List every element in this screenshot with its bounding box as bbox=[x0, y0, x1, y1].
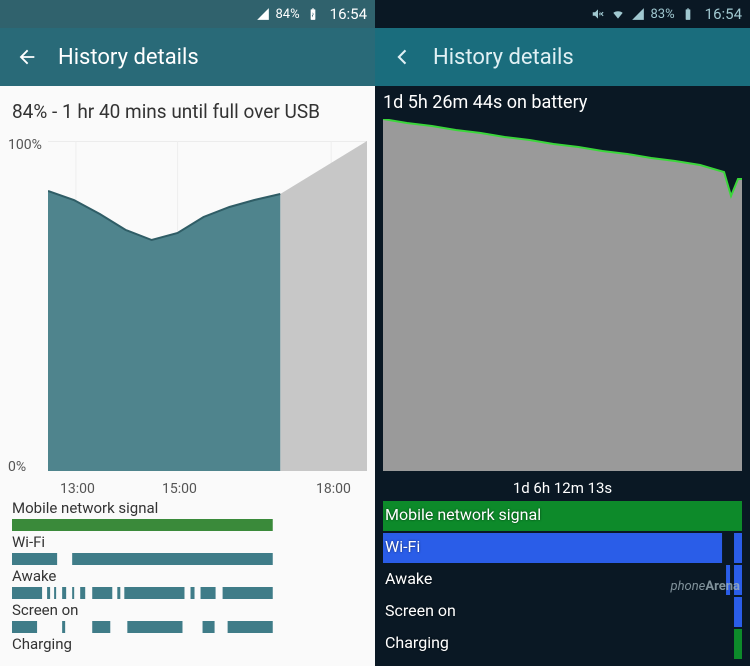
bar-mobile-signal: Mobile network signal bbox=[12, 499, 363, 531]
x-label-2: 18:00 bbox=[316, 481, 351, 497]
status-time: 16:54 bbox=[705, 5, 742, 23]
bar-label: Mobile network signal bbox=[385, 505, 541, 524]
bar-label: Mobile network signal bbox=[12, 499, 363, 517]
battery-pct: 84% bbox=[276, 7, 300, 22]
bar-screen-on: Screen on bbox=[383, 597, 742, 627]
status-time: 16:54 bbox=[330, 5, 367, 23]
bar-label: Charging bbox=[385, 633, 449, 652]
right-phone: 83% 16:54 History details 1d 5h 26m 44s … bbox=[375, 0, 750, 666]
bar-label: Awake bbox=[385, 569, 432, 588]
bar-label: Wi-Fi bbox=[12, 533, 363, 551]
status-bar-right: 83% 16:54 bbox=[375, 0, 750, 28]
x-label-0: 13:00 bbox=[60, 481, 95, 497]
bar-wifi: Wi-Fi bbox=[383, 533, 742, 563]
bar-awake: Awake bbox=[12, 567, 363, 599]
back-icon[interactable] bbox=[16, 46, 38, 68]
signal-icon bbox=[631, 7, 645, 21]
bar-screen-on: Screen on bbox=[12, 601, 363, 633]
chart-svg-right bbox=[383, 119, 742, 471]
app-bar-right: History details bbox=[375, 28, 750, 86]
activity-bars-right: 1d 6h 12m 13s Mobile network signal Wi-F… bbox=[375, 475, 750, 659]
back-icon[interactable] bbox=[391, 46, 413, 68]
bar-label: Charging bbox=[12, 635, 363, 653]
bar-label: Wi-Fi bbox=[385, 537, 420, 556]
battery-chart-left[interactable]: 100% 0% 13:00 bbox=[0, 133, 375, 499]
chart-svg-left bbox=[48, 141, 367, 471]
page-title: History details bbox=[433, 45, 574, 70]
battery-icon bbox=[681, 7, 695, 21]
battery-summary: 84% - 1 hr 40 mins until full over USB bbox=[0, 86, 375, 133]
bar-mobile-signal: Mobile network signal bbox=[383, 501, 742, 531]
watermark: phoneArena bbox=[670, 579, 740, 594]
app-bar-left: History details bbox=[0, 28, 375, 86]
bar-label: Awake bbox=[12, 567, 363, 585]
elapsed-time: 1d 6h 12m 13s bbox=[383, 479, 742, 497]
mute-icon bbox=[591, 7, 605, 21]
wifi-icon bbox=[611, 7, 625, 21]
battery-pct: 83% bbox=[651, 7, 675, 22]
x-label-1: 15:00 bbox=[162, 481, 197, 497]
battery-charging-icon bbox=[306, 7, 320, 21]
bar-label: Screen on bbox=[385, 601, 456, 620]
bar-wifi: Wi-Fi bbox=[12, 533, 363, 565]
y-label-100: 100% bbox=[8, 137, 42, 153]
y-label-0: 0% bbox=[8, 459, 26, 475]
bar-label: Screen on bbox=[12, 601, 363, 619]
signal-icon bbox=[256, 7, 270, 21]
page-title: History details bbox=[58, 45, 199, 70]
battery-chart-right[interactable] bbox=[375, 115, 750, 475]
bar-charging: Charging bbox=[12, 635, 363, 653]
battery-summary: 1d 5h 26m 44s on battery bbox=[375, 86, 750, 115]
activity-bars-left: Mobile network signal Wi-Fi Awake bbox=[0, 499, 375, 661]
bar-charging: Charging bbox=[383, 629, 742, 659]
status-bar-left: 84% 16:54 bbox=[0, 0, 375, 28]
left-phone: 84% 16:54 History details 84% - 1 hr 40 … bbox=[0, 0, 375, 666]
